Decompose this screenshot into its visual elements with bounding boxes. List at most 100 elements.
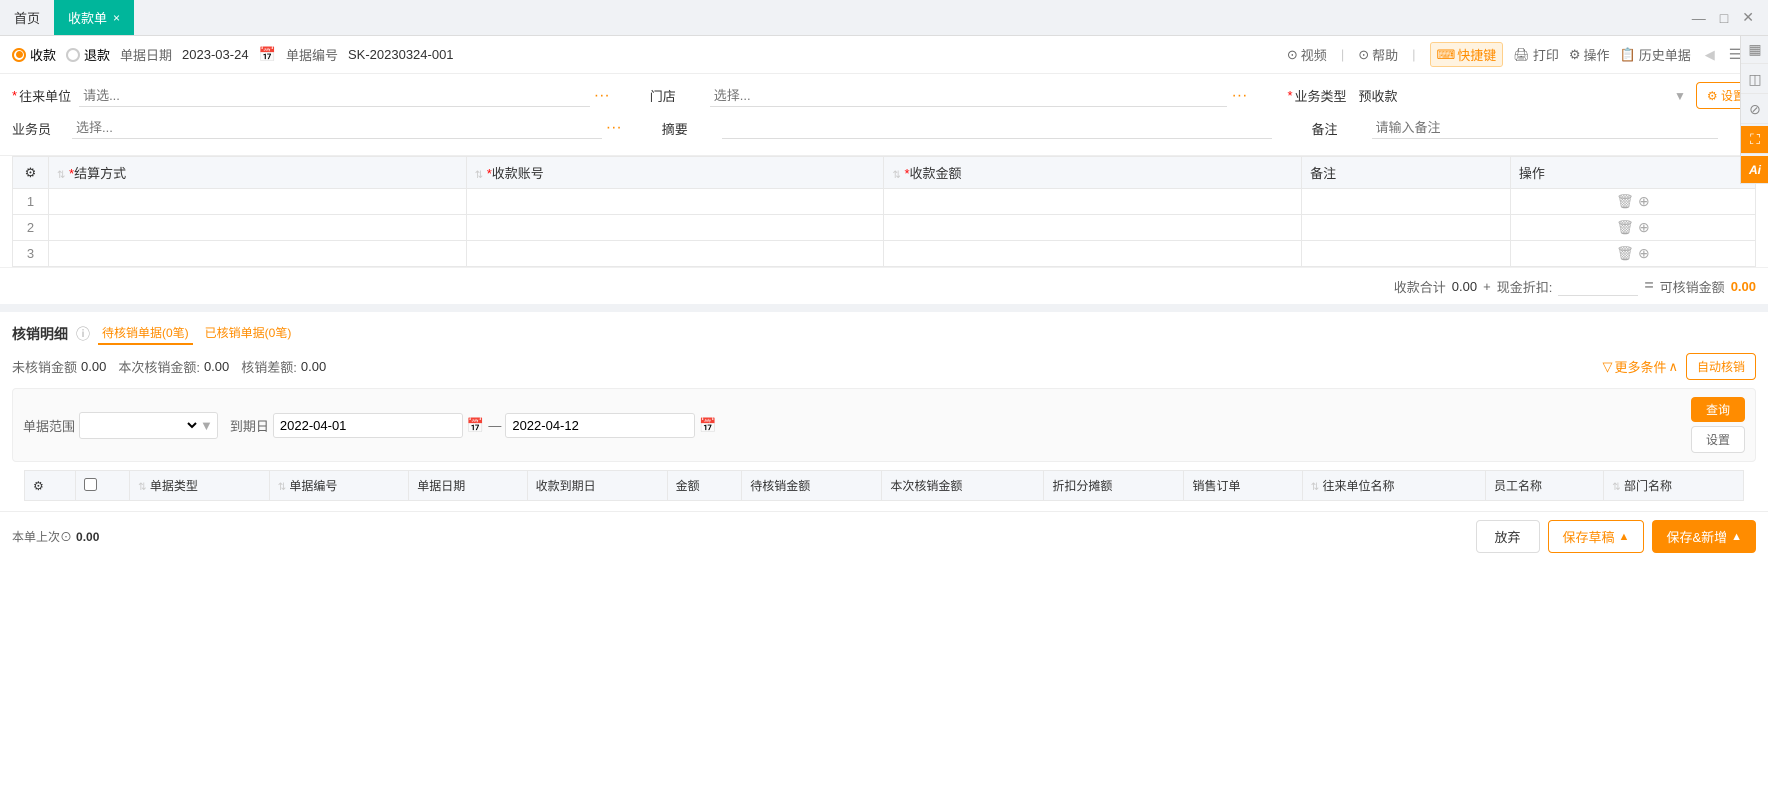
footer-order-value: 0.00	[76, 530, 99, 544]
copy-row-1-icon[interactable]: ⊕	[1638, 193, 1650, 210]
calendar-icon[interactable]: 📅	[259, 46, 276, 63]
sidebar-link-icon[interactable]: ⊘	[1741, 96, 1768, 124]
cell-remark-1[interactable]	[1302, 189, 1511, 215]
tab-home[interactable]: 首页	[0, 0, 54, 35]
remark-input[interactable]	[1372, 117, 1719, 139]
hexiao-right: ▽ 更多条件 ∧ 自动核销	[1602, 353, 1756, 380]
summary-input[interactable]	[722, 117, 1272, 139]
cell-settlement-1[interactable]	[49, 189, 467, 215]
copy-row-3-icon[interactable]: ⊕	[1638, 245, 1650, 262]
cell-action-3: 🗑 ⊕	[1510, 241, 1755, 267]
cell-remark-2[interactable]	[1302, 215, 1511, 241]
partner-field: * 往来单位 ···	[12, 85, 610, 107]
date-value[interactable]: 2023-03-24	[182, 47, 249, 62]
bth-checkbox[interactable]	[75, 471, 130, 501]
form-row-1: * 往来单位 ··· 门店 ··· * 业务类型 预收款 ▼ ⚙ 设置	[12, 82, 1756, 109]
close-button[interactable]: ✕	[1738, 7, 1758, 28]
store-input[interactable]	[710, 85, 1228, 107]
sidebar-expand-icon[interactable]: ⛶	[1741, 126, 1768, 154]
sidebar-ai-icon[interactable]: Ai	[1741, 156, 1768, 184]
delete-row-2-icon[interactable]: 🗑	[1616, 219, 1634, 236]
range-field: 单据范围 ▼	[23, 412, 218, 439]
hexiao-help-icon[interactable]: ⓘ	[76, 324, 90, 344]
cell-action-2: 🗑 ⊕	[1510, 215, 1755, 241]
partner-more-icon[interactable]: ···	[594, 87, 610, 105]
discount-input[interactable]	[1558, 276, 1638, 296]
cell-account-2[interactable]	[466, 215, 884, 241]
print-button[interactable]: 🖨 打印	[1513, 45, 1559, 64]
delete-row-1-icon[interactable]: 🗑	[1616, 193, 1634, 210]
delete-row-3-icon[interactable]: 🗑	[1616, 245, 1634, 262]
hexiao-stats: 未核销金额 0.00 本次核销金额: 0.00 核销差额: 0.00 ▽ 更多条…	[12, 353, 1756, 380]
cell-settlement-2[interactable]	[49, 215, 467, 241]
cell-settlement-3[interactable]	[49, 241, 467, 267]
radio-receive-dot	[12, 48, 26, 62]
main-table: ⚙ ⇅ *结算方式 ⇅ *收款账号 ⇅ *收款金额 备注 操作 1	[12, 156, 1756, 267]
cell-amount-2[interactable]	[884, 215, 1302, 241]
sidebar-layout-icon[interactable]: ◫	[1741, 66, 1768, 94]
hexiao-pending-tab[interactable]: 待核销单据(0笔)	[98, 322, 193, 345]
maximize-button[interactable]: □	[1716, 8, 1732, 28]
range-select[interactable]	[80, 413, 200, 438]
store-more-icon[interactable]: ···	[1231, 87, 1247, 105]
row-num-1: 1	[13, 189, 49, 215]
save-draft-button[interactable]: 保存草稿 ▲	[1548, 520, 1645, 553]
th-amount: ⇅ *收款金额	[884, 157, 1302, 189]
due-start-cal-icon[interactable]: 📅	[467, 417, 484, 434]
cell-remark-3[interactable]	[1302, 241, 1511, 267]
sidebar-table-icon[interactable]: ▦	[1741, 36, 1768, 64]
print-label: 打印	[1533, 45, 1559, 64]
bottom-table-wrap: ⚙ ⇅ 单据类型 ⇅ 单据编号 单据日期 收款到期日 金额 待核销金额 本次核销…	[12, 470, 1756, 501]
range-select-wrap: ▼	[79, 412, 218, 439]
due-start-input[interactable]	[273, 413, 463, 438]
select-all-checkbox[interactable]	[84, 478, 97, 491]
remark-label: 备注	[1312, 119, 1372, 138]
history-button[interactable]: 📋 历史单据	[1620, 45, 1691, 64]
filter-settings-button[interactable]: 设置	[1691, 426, 1745, 453]
minimize-button[interactable]: —	[1688, 8, 1710, 28]
summary-row: 收款合计 0.00 + 现金折扣: = 可核销金额 0.00	[0, 267, 1768, 304]
due-end-cal-icon[interactable]: 📅	[699, 417, 716, 434]
summary-field: 摘要	[662, 117, 1272, 139]
help-label: 帮助	[1372, 45, 1398, 64]
staff-more-icon[interactable]: ···	[606, 119, 622, 137]
filter-icon: ▽	[1602, 359, 1612, 375]
shortcut-button[interactable]: ⌨ 快捷键	[1430, 42, 1504, 67]
tab-active[interactable]: 收款单 ×	[54, 0, 134, 35]
save-new-button[interactable]: 保存&新增 ▲	[1652, 520, 1756, 553]
tab-close-icon[interactable]: ×	[113, 11, 120, 25]
due-date-field: 到期日 📅 — 📅	[230, 413, 717, 438]
video-button[interactable]: ⊙ 视频	[1287, 45, 1327, 64]
auto-verify-button[interactable]: 自动核销	[1686, 353, 1756, 380]
range-dropdown-icon[interactable]: ▼	[200, 418, 217, 433]
summary-label: 摘要	[662, 119, 722, 138]
partner-input[interactable]	[79, 85, 590, 107]
discount-label: 现金折扣:	[1497, 277, 1553, 296]
radio-refund[interactable]: 退款	[66, 45, 110, 64]
cell-account-1[interactable]	[466, 189, 884, 215]
bth-settings[interactable]: ⚙	[25, 471, 76, 501]
business-type-field: * 业务类型 预收款 ▼	[1287, 83, 1685, 108]
save-new-arrow[interactable]: ▲	[1731, 531, 1742, 543]
th-account: ⇅ *收款账号	[466, 157, 884, 189]
query-button[interactable]: 查询	[1691, 397, 1745, 422]
more-conditions-button[interactable]: ▽ 更多条件 ∧	[1602, 357, 1678, 376]
hexiao-completed-tab[interactable]: 已核销单据(0笔)	[201, 322, 296, 345]
cell-account-3[interactable]	[466, 241, 884, 267]
discard-button[interactable]: 放弃	[1476, 520, 1540, 553]
operation-button[interactable]: ⚙ 操作	[1569, 45, 1610, 64]
biz-type-chevron[interactable]: ▼	[1674, 89, 1686, 103]
due-end-input[interactable]	[505, 413, 695, 438]
date-label: 单据日期	[120, 45, 172, 64]
cell-amount-1[interactable]	[884, 189, 1302, 215]
th-settings[interactable]: ⚙	[13, 157, 49, 189]
save-draft-arrow[interactable]: ▲	[1619, 531, 1630, 543]
copy-row-2-icon[interactable]: ⊕	[1638, 219, 1650, 236]
staff-input[interactable]	[72, 117, 602, 139]
history-icon: 📋	[1620, 47, 1636, 63]
help-button[interactable]: ⊙ 帮助	[1358, 45, 1398, 64]
save-new-label: 保存&新增	[1666, 527, 1727, 546]
bth-amount: 金额	[667, 471, 742, 501]
cell-amount-3[interactable]	[884, 241, 1302, 267]
radio-receive[interactable]: 收款	[12, 45, 56, 64]
